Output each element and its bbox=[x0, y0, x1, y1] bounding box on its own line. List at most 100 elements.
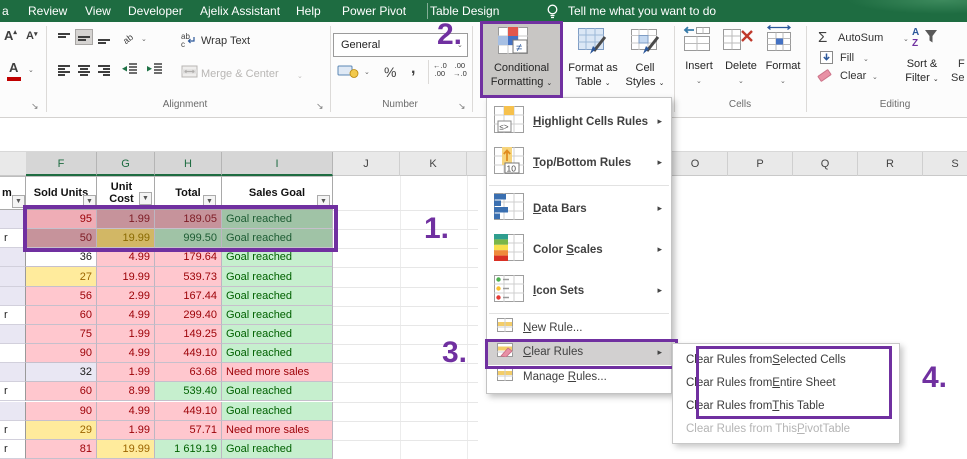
column-header-J[interactable]: J bbox=[333, 152, 400, 176]
table-cell[interactable]: 8.99 bbox=[97, 382, 155, 402]
table-cell[interactable]: 1.99 bbox=[97, 420, 155, 440]
align-left-icon[interactable] bbox=[55, 61, 73, 77]
comma-style-button[interactable]: , bbox=[411, 60, 415, 78]
insert-button[interactable]: Insert bbox=[678, 60, 720, 72]
delete-dropdown-icon[interactable]: ⌄ bbox=[738, 77, 744, 85]
tell-me-box[interactable]: Tell me what you want to do bbox=[568, 0, 716, 22]
table-cell[interactable]: Goal reached bbox=[222, 324, 333, 345]
table-cell[interactable]: Goal reached bbox=[222, 344, 333, 364]
accounting-dropdown-icon[interactable]: ⌄ bbox=[364, 68, 370, 76]
find-select-partial[interactable]: F bbox=[958, 58, 965, 70]
decrease-indent-icon[interactable] bbox=[121, 62, 139, 76]
table-cell[interactable]: 4.99 bbox=[97, 344, 155, 364]
font-color-icon[interactable]: A bbox=[9, 60, 18, 75]
delete-button[interactable]: Delete bbox=[719, 60, 763, 72]
alignment-dialog-launcher-icon[interactable]: ↘ bbox=[316, 102, 324, 111]
table-cell[interactable]: 81 bbox=[26, 439, 97, 459]
autosum-dropdown-icon[interactable]: ⌄ bbox=[903, 35, 909, 43]
cell-styles-label[interactable]: Cell bbox=[622, 62, 668, 74]
table-cell[interactable]: 149.25 bbox=[155, 324, 222, 345]
menu-item-highlight-cells-rules[interactable]: ≤> Highlight Cells Rules ▸ bbox=[487, 101, 671, 142]
column-header-F[interactable]: F bbox=[26, 152, 97, 176]
item-cell-partial[interactable] bbox=[0, 344, 26, 364]
autosum-button[interactable]: AutoSum bbox=[838, 32, 883, 44]
font-dialog-launcher-icon[interactable]: ↘ bbox=[31, 102, 39, 111]
column-header-O[interactable]: O bbox=[663, 152, 728, 176]
table-cell[interactable]: Goal reached bbox=[222, 401, 333, 421]
orientation-icon[interactable]: ab bbox=[122, 30, 138, 44]
menu-item-color-scales[interactable]: Color Scales ▸ bbox=[487, 229, 671, 270]
table-cell[interactable]: Need more sales bbox=[222, 420, 333, 440]
column-header-G[interactable]: G bbox=[97, 152, 155, 176]
table-cell[interactable]: 90 bbox=[26, 401, 97, 421]
tab-developer[interactable]: Developer bbox=[128, 0, 183, 22]
table-cell[interactable]: 27 bbox=[26, 267, 97, 287]
column-header-R[interactable]: R bbox=[858, 152, 923, 176]
merge-center-button[interactable]: Merge & Center bbox=[201, 68, 279, 80]
table-cell[interactable]: 299.40 bbox=[155, 305, 222, 325]
sort-filter-button[interactable]: Sort & bbox=[898, 58, 946, 70]
percent-style-button[interactable]: % bbox=[384, 64, 396, 80]
orientation-dropdown-icon[interactable]: ⌄ bbox=[141, 35, 147, 43]
table-cell[interactable]: Goal reached bbox=[222, 286, 333, 306]
increase-indent-icon[interactable] bbox=[146, 62, 164, 76]
column-header-Q[interactable]: Q bbox=[793, 152, 858, 176]
table-cell[interactable]: 1.99 bbox=[97, 324, 155, 345]
table-cell[interactable]: Goal reached bbox=[222, 267, 333, 287]
table-cell[interactable]: 449.10 bbox=[155, 401, 222, 421]
formula-bar-area[interactable] bbox=[0, 119, 967, 152]
table-cell[interactable]: 4.99 bbox=[97, 305, 155, 325]
table-cell[interactable]: Goal reached bbox=[222, 439, 333, 459]
table-cell[interactable]: 539.73 bbox=[155, 267, 222, 287]
table-cell[interactable]: 60 bbox=[26, 305, 97, 325]
table-cell[interactable]: 56 bbox=[26, 286, 97, 306]
tab-view[interactable]: View bbox=[85, 0, 111, 22]
item-cell-partial[interactable]: r bbox=[0, 305, 26, 325]
table-cell[interactable]: 539.40 bbox=[155, 382, 222, 402]
menu-item-new-rule[interactable]: New Rule... bbox=[487, 316, 671, 339]
shrink-font-icon[interactable]: A▾ bbox=[26, 30, 37, 42]
format-dropdown-icon[interactable]: ⌄ bbox=[780, 77, 786, 85]
tab-help[interactable]: Help bbox=[296, 0, 321, 22]
table-cell[interactable]: 167.44 bbox=[155, 286, 222, 306]
merge-center-dropdown-icon[interactable]: ⌄ bbox=[297, 72, 303, 80]
table-cell[interactable]: 29 bbox=[26, 420, 97, 440]
increase-decimal-button[interactable]: ←.0.00 bbox=[433, 62, 447, 78]
align-bottom-icon[interactable] bbox=[95, 29, 113, 45]
menu-item-icon-sets[interactable]: Icon Sets ▸ bbox=[487, 270, 671, 311]
table-cell[interactable]: 19.99 bbox=[97, 439, 155, 459]
accounting-format-icon[interactable] bbox=[337, 64, 360, 79]
table-cell[interactable]: 57.71 bbox=[155, 420, 222, 440]
align-right-icon[interactable] bbox=[95, 61, 113, 77]
align-center-icon[interactable] bbox=[75, 61, 93, 77]
table-cell[interactable]: 75 bbox=[26, 324, 97, 345]
table-cell[interactable]: 19.99 bbox=[97, 267, 155, 287]
insert-dropdown-icon[interactable]: ⌄ bbox=[696, 77, 702, 85]
table-cell[interactable]: 63.68 bbox=[155, 363, 222, 383]
align-top-icon[interactable] bbox=[55, 29, 73, 45]
fill-dropdown-icon[interactable]: ⌄ bbox=[863, 55, 869, 63]
table-cell[interactable]: 90 bbox=[26, 344, 97, 364]
table-cell[interactable]: 1 619.19 bbox=[155, 439, 222, 459]
format-button[interactable]: Format bbox=[761, 60, 805, 72]
item-cell-partial[interactable] bbox=[0, 286, 26, 306]
tab-ajelix-assistant[interactable]: Ajelix Assistant bbox=[200, 0, 280, 22]
column-header-P[interactable]: P bbox=[728, 152, 793, 176]
table-cell[interactable]: Need more sales bbox=[222, 363, 333, 383]
item-cell-partial[interactable]: r bbox=[0, 439, 26, 459]
item-cell-partial[interactable] bbox=[0, 267, 26, 287]
clear-button[interactable]: Clear bbox=[840, 70, 866, 82]
column-header-K[interactable]: K bbox=[400, 152, 467, 176]
tab-partial-left[interactable]: a bbox=[2, 0, 9, 22]
item-cell-partial[interactable] bbox=[0, 401, 26, 421]
column-header-S[interactable]: S bbox=[923, 152, 967, 176]
menu-item-top-bottom-rules[interactable]: 10 Top/Bottom Rules ▸ bbox=[487, 142, 671, 183]
grow-font-icon[interactable]: A▴ bbox=[4, 28, 17, 43]
wrap-text-icon[interactable]: ab c bbox=[181, 32, 198, 47]
table-cell[interactable]: 449.10 bbox=[155, 344, 222, 364]
tab-review[interactable]: Review bbox=[28, 0, 67, 22]
item-cell-partial[interactable]: r bbox=[0, 382, 26, 402]
number-dialog-launcher-icon[interactable]: ↘ bbox=[458, 102, 466, 111]
tab-power-pivot[interactable]: Power Pivot bbox=[342, 0, 406, 22]
item-cell-partial[interactable] bbox=[0, 363, 26, 383]
